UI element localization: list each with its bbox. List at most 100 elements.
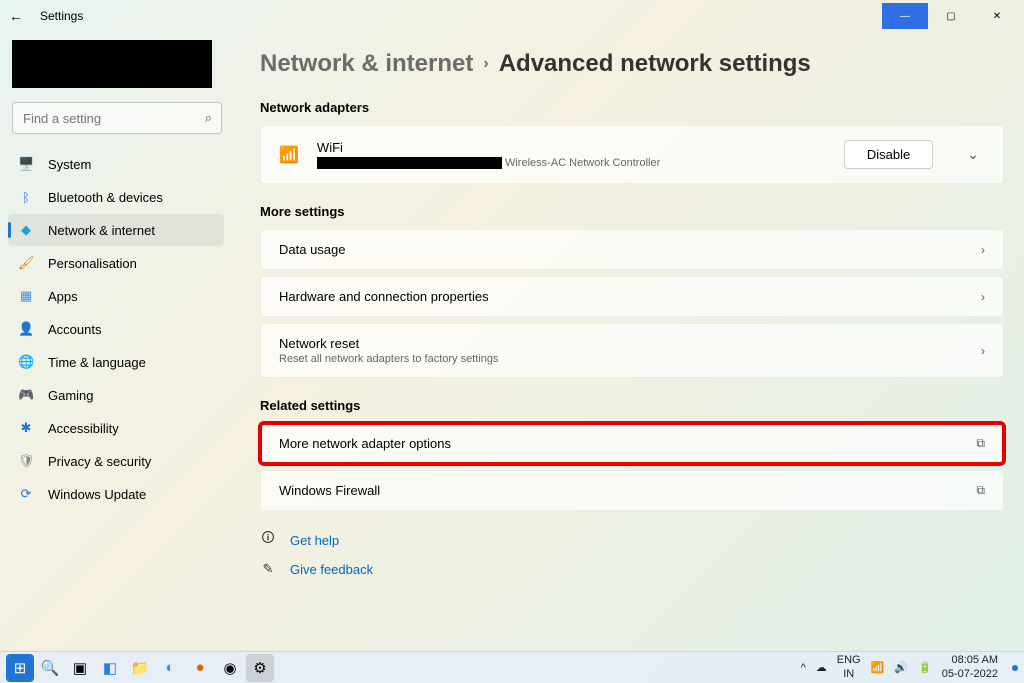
external-link-icon: ⧉ — [976, 436, 985, 451]
sidebar-item-label: Windows Update — [48, 487, 146, 502]
related-row[interactable]: More network adapter options ⧉ — [260, 423, 1004, 464]
clock[interactable]: 08:05 AM05-07-2022 — [942, 654, 998, 680]
related-row[interactable]: Windows Firewall ⧉ — [260, 470, 1004, 511]
user-block-redacted — [12, 40, 212, 88]
section-title-adapters: Network adapters — [260, 100, 1004, 115]
search-icon: ⌕ — [205, 110, 212, 126]
nav-icon: 🌐 — [18, 354, 34, 370]
volume-icon[interactable]: 🔊 — [894, 661, 908, 674]
row-title: Windows Firewall — [279, 483, 380, 498]
adapter-controller: Wireless-AC Network Controller — [317, 157, 660, 169]
search-wrap: ⌕ — [12, 102, 222, 134]
help-icon: 🛈 — [260, 529, 276, 551]
back-button[interactable]: ← — [4, 8, 28, 24]
section-title-more: More settings — [260, 204, 1004, 219]
widgets-icon[interactable]: ◧ — [96, 654, 124, 682]
sidebar-item-label: Apps — [48, 289, 78, 304]
wifi-icon: 📶 — [279, 145, 299, 165]
settings-row[interactable]: Data usage › — [260, 229, 1004, 270]
row-title: Network reset — [279, 336, 499, 351]
get-help-link[interactable]: 🛈Get help — [260, 529, 1004, 551]
tray-chevron-icon[interactable]: ^ — [801, 662, 806, 674]
sidebar-item-label: Time & language — [48, 355, 146, 370]
main-content: Network & internet › Advanced network se… — [232, 32, 1024, 652]
help-links: 🛈Get help ✎Give feedback — [260, 529, 1004, 577]
nav-icon: 🖥️ — [18, 156, 34, 172]
notification-indicator[interactable] — [1012, 665, 1018, 671]
nav-icon: 👤 — [18, 321, 34, 337]
sidebar-item-bluetooth-devices[interactable]: ᛒ Bluetooth & devices — [8, 181, 224, 213]
edge-icon[interactable]: ◐ — [156, 654, 184, 682]
sidebar-item-gaming[interactable]: 🎮 Gaming — [8, 379, 224, 411]
window-controls: — ▢ ✕ — [882, 3, 1020, 29]
breadcrumb-parent[interactable]: Network & internet — [260, 50, 473, 78]
chrome-icon[interactable]: ◉ — [216, 654, 244, 682]
maximize-button[interactable]: ▢ — [928, 3, 974, 29]
sidebar-item-system[interactable]: 🖥️ System — [8, 148, 224, 180]
chevron-right-icon: › — [981, 344, 985, 358]
search-taskbar-icon[interactable]: 🔍 — [36, 654, 64, 682]
sidebar-item-label: Accounts — [48, 322, 101, 337]
section-title-related: Related settings — [260, 398, 1004, 413]
nav-icon: 🎮 — [18, 387, 34, 403]
sidebar-item-time-language[interactable]: 🌐 Time & language — [8, 346, 224, 378]
settings-row[interactable]: Network reset Reset all network adapters … — [260, 323, 1004, 378]
sidebar-item-label: Network & internet — [48, 223, 155, 238]
system-tray[interactable]: ^ ☁ ENGIN 📶 🔊 🔋 08:05 AM05-07-2022 — [801, 654, 1018, 680]
nav-list: 🖥️ System ᛒ Bluetooth & devices ◆ Network & i… — [8, 148, 224, 510]
sidebar-item-label: Bluetooth & devices — [48, 190, 163, 205]
row-title: More network adapter options — [279, 436, 451, 451]
sidebar: ⌕ 🖥️ System ᛒ Bluetooth & devices ◆ Network &… — [0, 32, 232, 652]
row-title: Hardware and connection properties — [279, 289, 489, 304]
chevron-right-icon: › — [981, 290, 985, 304]
firefox-icon[interactable]: ● — [186, 654, 214, 682]
explorer-icon[interactable]: 📁 — [126, 654, 154, 682]
sidebar-item-privacy-security[interactable]: 🛡 Privacy & security — [8, 445, 224, 477]
chevron-down-icon[interactable]: ⌄ — [961, 142, 985, 167]
minimize-button[interactable]: — — [882, 3, 928, 29]
sidebar-item-label: Personalisation — [48, 256, 137, 271]
feedback-icon: ✎ — [260, 561, 276, 577]
row-subtitle: Reset all network adapters to factory se… — [279, 353, 499, 365]
search-input[interactable] — [12, 102, 222, 134]
close-button[interactable]: ✕ — [974, 3, 1020, 29]
sidebar-item-label: Privacy & security — [48, 454, 151, 469]
external-link-icon: ⧉ — [976, 483, 985, 498]
taskbar-icons: ⊞ 🔍 ▣ ◧ 📁 ◐ ● ◉ ⚙ — [6, 654, 274, 682]
disable-button[interactable]: Disable — [844, 140, 933, 169]
sidebar-item-label: Gaming — [48, 388, 94, 403]
breadcrumb: Network & internet › Advanced network se… — [260, 50, 1004, 78]
window-title: Settings — [40, 9, 83, 23]
nav-icon: ◆ — [18, 222, 34, 238]
taskbar: ⊞ 🔍 ▣ ◧ 📁 ◐ ● ◉ ⚙ ^ ☁ ENGIN 📶 🔊 🔋 08:05 … — [0, 651, 1024, 683]
chevron-right-icon: › — [981, 243, 985, 257]
row-title: Data usage — [279, 242, 346, 257]
nav-icon: ✱ — [18, 420, 34, 436]
sidebar-item-accessibility[interactable]: ✱ Accessibility — [8, 412, 224, 444]
sidebar-item-accounts[interactable]: 👤 Accounts — [8, 313, 224, 345]
settings-row[interactable]: Hardware and connection properties › — [260, 276, 1004, 317]
give-feedback-link[interactable]: ✎Give feedback — [260, 561, 1004, 577]
sidebar-item-windows-update[interactable]: ⟳ Windows Update — [8, 478, 224, 510]
nav-icon: ▦ — [18, 288, 34, 304]
nav-icon: 🖌 — [18, 255, 34, 271]
sidebar-item-apps[interactable]: ▦ Apps — [8, 280, 224, 312]
nav-icon: ⟳ — [18, 486, 34, 502]
sidebar-item-network-internet[interactable]: ◆ Network & internet — [8, 214, 224, 246]
sidebar-item-label: System — [48, 157, 91, 172]
onedrive-icon[interactable]: ☁ — [816, 661, 827, 674]
adapter-name: WiFi — [317, 140, 660, 155]
wifi-adapter-card[interactable]: 📶 WiFi Wireless-AC Network Controller Di… — [260, 125, 1004, 184]
sidebar-item-personalisation[interactable]: 🖌 Personalisation — [8, 247, 224, 279]
sidebar-item-label: Accessibility — [48, 421, 119, 436]
start-button[interactable]: ⊞ — [6, 654, 34, 682]
nav-icon: ᛒ — [18, 190, 34, 205]
task-view-icon[interactable]: ▣ — [66, 654, 94, 682]
language-indicator[interactable]: ENGIN — [837, 654, 861, 680]
settings-taskbar-icon[interactable]: ⚙ — [246, 654, 274, 682]
nav-icon: 🛡 — [18, 453, 34, 469]
wifi-tray-icon[interactable]: 📶 — [871, 661, 885, 674]
battery-icon[interactable]: 🔋 — [918, 661, 932, 674]
chevron-right-icon: › — [483, 55, 488, 73]
page-title: Advanced network settings — [499, 50, 811, 78]
